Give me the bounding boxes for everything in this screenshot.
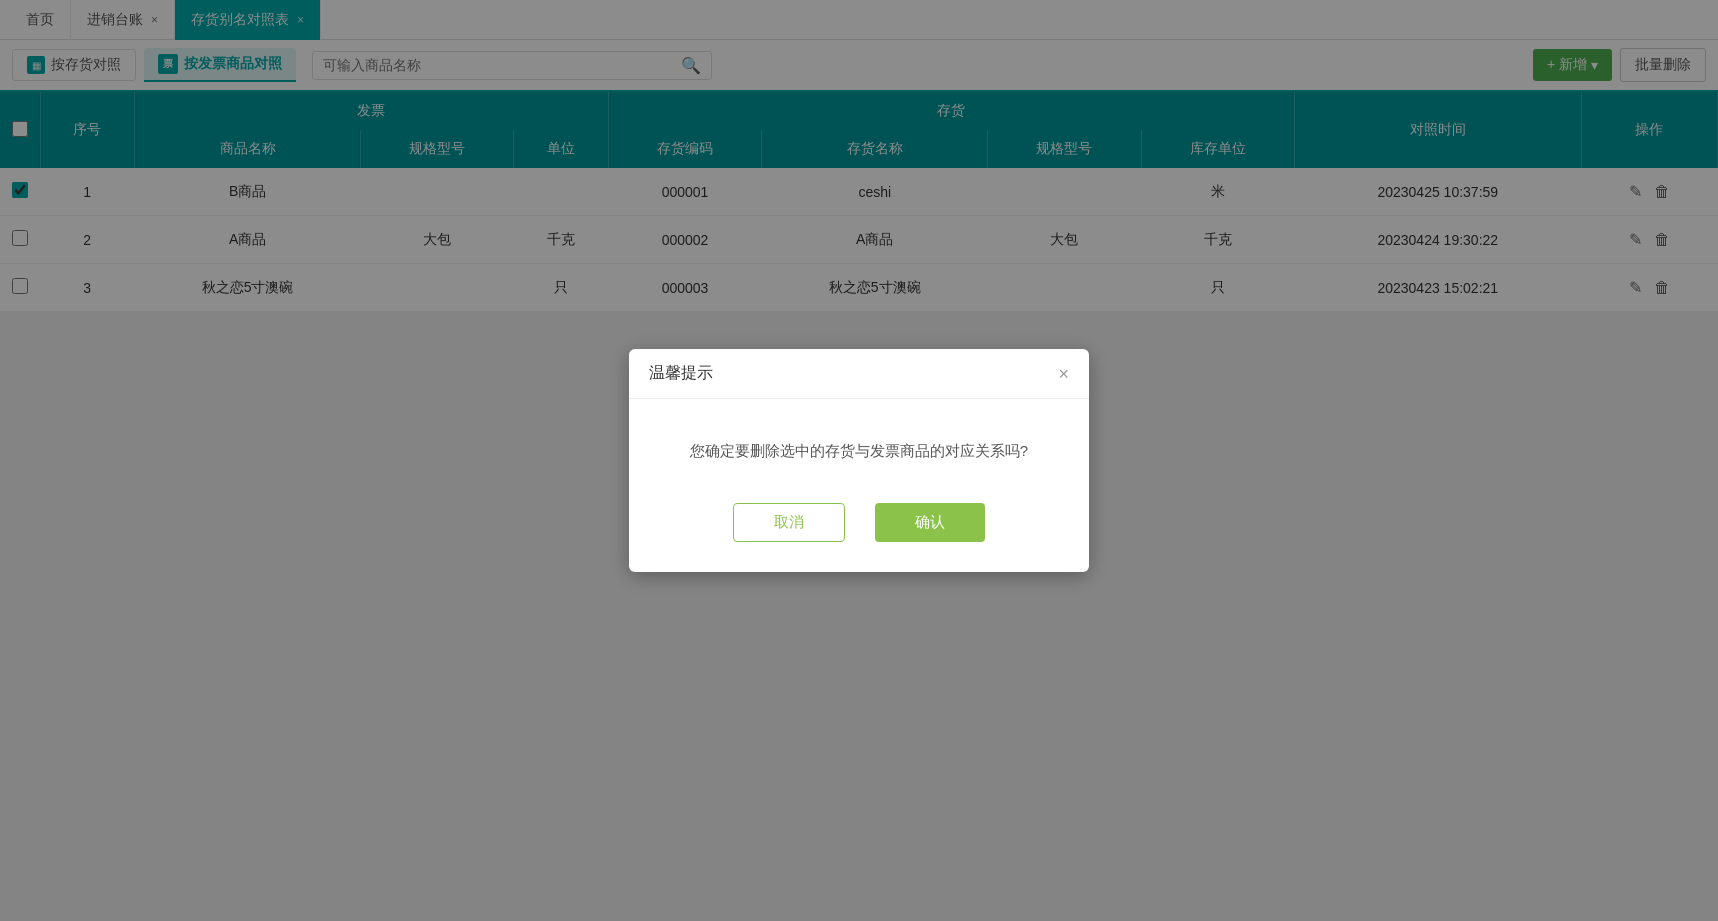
modal-overlay: 温馨提示 × 您确定要删除选中的存货与发票商品的对应关系吗? 取消 确认 — [0, 0, 1718, 312]
